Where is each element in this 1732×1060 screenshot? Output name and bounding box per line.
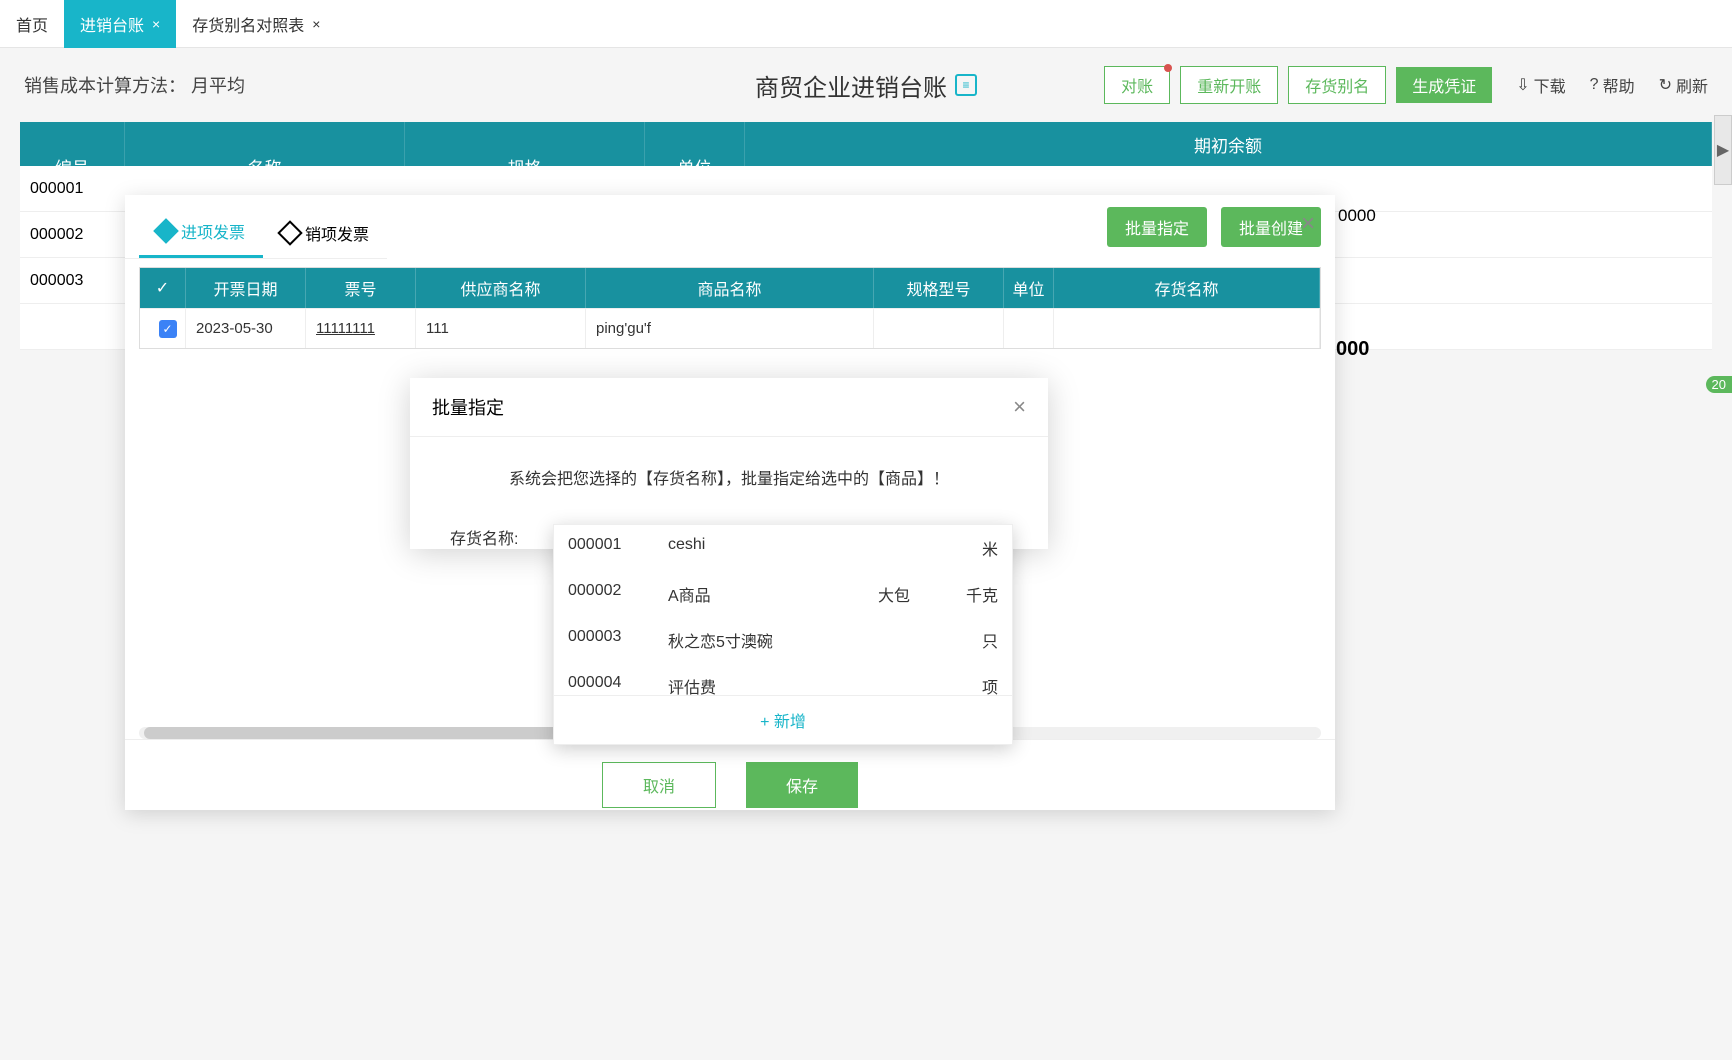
modal-title: 批量指定 — [432, 394, 504, 420]
th-supplier: 供应商名称 — [416, 268, 586, 308]
tab-outgoing-invoice[interactable]: 销项发票 — [263, 207, 387, 258]
dropdown-add-new[interactable]: + 新增 — [554, 695, 1012, 744]
th-checkbox[interactable]: ✓ — [140, 268, 186, 308]
row-checkbox[interactable]: ✓ — [159, 320, 177, 338]
tab-alias-label: 存货别名对照表 — [192, 12, 304, 36]
tab-alias-close-icon[interactable]: × — [312, 16, 320, 32]
cell-unit — [1004, 309, 1054, 348]
th-spec: 规格型号 — [874, 268, 1004, 308]
tab-ledger[interactable]: 进销台账 × — [64, 0, 176, 48]
dropdown-item[interactable]: 000003 秋之恋5寸澳碗 只 — [554, 617, 1012, 663]
cancel-button[interactable]: 取消 — [602, 762, 716, 808]
help-link[interactable]: ?帮助 — [1590, 73, 1635, 97]
tab-alias[interactable]: 存货别名对照表 × — [176, 0, 336, 48]
total-amount-value: 000 — [1336, 338, 1369, 361]
cell-product: ping'gu'f — [586, 309, 874, 348]
invoice-row[interactable]: ✓ 2023-05-30 11111111 111 ping'gu'f — [140, 308, 1320, 348]
th-product: 商品名称 — [586, 268, 874, 308]
th-unit: 单位 — [1004, 268, 1054, 308]
row1-trailing-value: 0000 — [1338, 206, 1376, 226]
generate-voucher-button[interactable]: 生成凭证 — [1396, 67, 1492, 103]
page-title-text: 商贸企业进销台账 — [755, 68, 947, 103]
refresh-link[interactable]: ↻刷新 — [1659, 73, 1708, 97]
th-date: 开票日期 — [186, 268, 306, 308]
batch-assign-button[interactable]: 批量指定 — [1107, 207, 1207, 247]
dropdown-list[interactable]: 000001 ceshi 米 000002 A商品 大包 千克 000003 秋… — [554, 525, 1012, 695]
invoice-table: ✓ 开票日期 票号 供应商名称 商品名称 规格型号 单位 存货名称 ✓ 2023… — [139, 267, 1321, 349]
cube-icon — [153, 218, 178, 243]
document-icon[interactable]: ≡ — [955, 74, 977, 96]
dropdown-item[interactable]: 000002 A商品 大包 千克 — [554, 571, 1012, 617]
dropdown-item[interactable]: 000004 评估费 项 — [554, 663, 1012, 695]
modal-message: 系统会把您选择的【存货名称】，批量指定给选中的【商品】！ — [450, 465, 1008, 489]
download-link[interactable]: ⇩下载 — [1516, 73, 1565, 97]
inventory-dropdown: 000001 ceshi 米 000002 A商品 大包 千克 000003 秋… — [553, 524, 1013, 745]
cell-inventory[interactable] — [1054, 309, 1320, 348]
ticket-link[interactable]: 11111111 — [316, 320, 375, 337]
tab-incoming-invoice[interactable]: 进项发票 — [139, 207, 263, 258]
cost-method-label: 销售成本计算方法： 月平均 — [24, 72, 245, 98]
horizontal-scroll-handle[interactable]: ▶ — [1714, 115, 1732, 185]
cell-spec — [874, 309, 1004, 348]
dropdown-item[interactable]: 000001 ceshi 米 — [554, 525, 1012, 571]
refresh-icon: ↻ — [1659, 75, 1672, 95]
save-button[interactable]: 保存 — [746, 762, 858, 808]
cell-date: 2023-05-30 — [186, 309, 306, 348]
th-qty2: 数量 — [1470, 166, 1712, 210]
th-opening-balance: 期初余额 — [745, 122, 1712, 166]
th-inventory: 存货名称 — [1054, 268, 1320, 308]
download-icon: ⇩ — [1516, 75, 1529, 95]
page-title: 商贸企业进销台账 ≡ — [755, 68, 977, 103]
modal-close-icon[interactable]: × — [1013, 394, 1026, 420]
tab-home[interactable]: 首页 — [0, 0, 64, 48]
cube-icon — [277, 220, 302, 245]
reconcile-button[interactable]: 对账 — [1104, 66, 1170, 104]
top-tab-bar: 首页 进销台账 × 存货别名对照表 × — [0, 0, 1732, 48]
reopen-button[interactable]: 重新开账 — [1180, 66, 1278, 104]
help-icon: ? — [1590, 76, 1599, 94]
tab-ledger-close-icon[interactable]: × — [152, 16, 160, 32]
panel-close-icon[interactable]: × — [1301, 210, 1315, 238]
th-ticket: 票号 — [306, 268, 416, 308]
tab-ledger-label: 进销台账 — [80, 12, 144, 36]
toolbar: 销售成本计算方法： 月平均 商贸企业进销台账 ≡ 对账 重新开账 存货别名 生成… — [0, 48, 1732, 122]
inventory-alias-button[interactable]: 存货别名 — [1288, 66, 1386, 104]
count-badge: 20 — [1706, 376, 1732, 393]
cell-supplier: 111 — [416, 309, 586, 348]
